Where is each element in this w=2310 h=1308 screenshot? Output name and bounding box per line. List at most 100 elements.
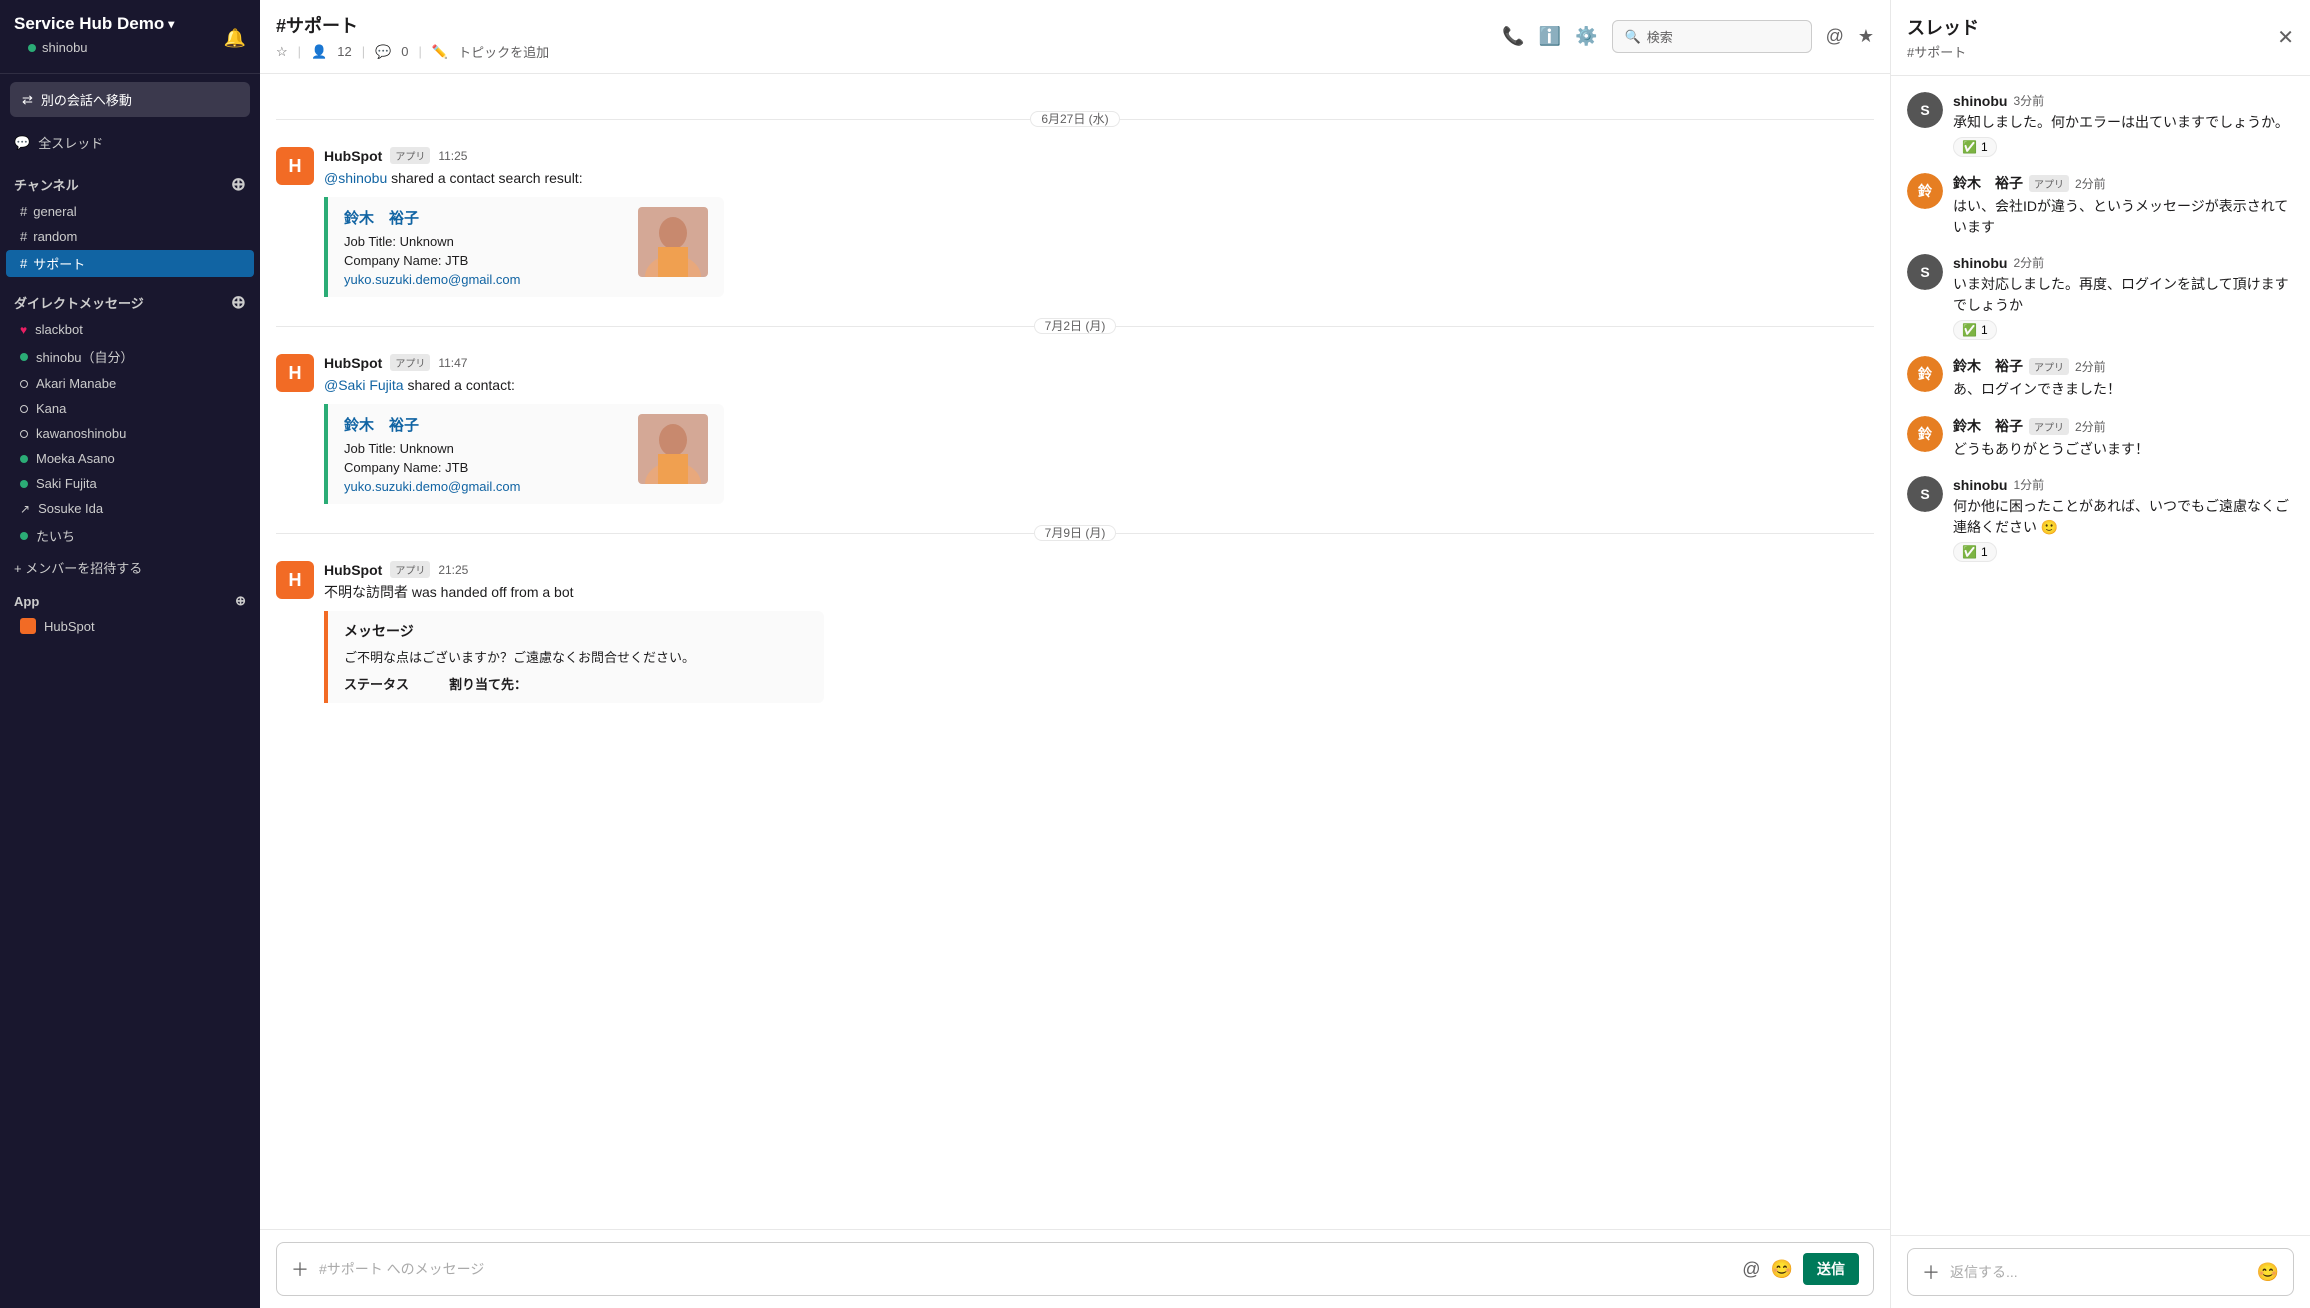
channel-name: random	[33, 229, 77, 244]
dm-saki[interactable]: Saki Fujita	[6, 472, 254, 495]
thread-message: 鈴 鈴木 裕子 アプリ 2分前 あ、ログインできました！	[1907, 356, 2294, 400]
contact-email[interactable]: yuko.suzuki.demo@gmail.com	[344, 479, 622, 494]
all-threads-item[interactable]: 💬 全スレッド	[0, 125, 260, 160]
reaction-badge[interactable]: ✅ 1	[1953, 137, 1997, 157]
sidebar-item-random[interactable]: # random	[6, 225, 254, 248]
thread-message: S shinobu 2分前 いま対応しました。再度、ログインを試して頂けますでし…	[1907, 254, 2294, 340]
app-name: HubSpot	[44, 619, 95, 634]
reaction-count: 1	[1981, 140, 1988, 154]
app-badge: アプリ	[2029, 175, 2069, 192]
contact-job: Job Title: Unknown	[344, 234, 622, 249]
dm-akari[interactable]: Akari Manabe	[6, 372, 254, 395]
bookmark-icon[interactable]: ★	[1858, 26, 1874, 47]
at-icon[interactable]: @	[1826, 26, 1844, 47]
message-input-box: ＋ @ 😊 送信	[276, 1242, 1874, 1296]
hubspot-avatar: H	[276, 561, 314, 599]
close-thread-button[interactable]: ✕	[2277, 25, 2294, 50]
dm-moeka[interactable]: Moeka Asano	[6, 447, 254, 470]
add-app-button[interactable]: ⊕	[235, 593, 246, 609]
msg-time: 11:47	[438, 356, 467, 370]
sidebar-item-general[interactable]: # general	[6, 200, 254, 223]
add-dm-button[interactable]: ⊕	[231, 292, 246, 313]
star-icon[interactable]: ☆	[276, 44, 288, 60]
thread-reply-input[interactable]	[1950, 1264, 2247, 1280]
members-icon: 👤	[311, 44, 327, 60]
thread-msg-name: 鈴木 裕子	[1953, 173, 2023, 193]
messages-area: 6月27日 (水) H HubSpot アプリ 11:25 @shinobu s…	[260, 74, 1890, 1229]
thread-emoji-icon[interactable]: 😊	[2257, 1262, 2279, 1283]
dm-kawanoshinobu[interactable]: kawanoshinobu	[6, 422, 254, 445]
add-channel-button[interactable]: ⊕	[231, 174, 246, 195]
thread-msg-time: 1分前	[2013, 476, 2044, 493]
notification-bell-icon[interactable]: 🔔	[224, 28, 246, 49]
handoff-card: メッセージ ご不明な点はございますか？ご遠慮なくお問合せください。 ステータス …	[324, 611, 824, 703]
hubspot-app-icon	[20, 618, 36, 634]
app-badge: アプリ	[390, 354, 430, 371]
contact-photo-svg	[638, 414, 708, 484]
link-icon: ↗	[20, 502, 30, 516]
add-topic-label[interactable]: トピックを追加	[458, 42, 549, 61]
search-placeholder-text: 検索	[1647, 27, 1673, 46]
contact-card: 鈴木 裕子 Job Title: Unknown Company Name: J…	[324, 197, 724, 297]
members-count: 12	[337, 44, 351, 59]
emoji-icon[interactable]: 😊	[1771, 1259, 1793, 1280]
info-icon[interactable]: ℹ️	[1539, 26, 1561, 47]
contact-email[interactable]: yuko.suzuki.demo@gmail.com	[344, 272, 622, 287]
dm-kana[interactable]: Kana	[6, 397, 254, 420]
dm-taichi[interactable]: たいち	[6, 522, 254, 549]
thread-add-icon[interactable]: ＋	[1922, 1259, 1940, 1285]
msg-header: HubSpot アプリ 11:25	[324, 147, 1874, 164]
avatar-img: 鈴	[1907, 416, 1943, 452]
send-button[interactable]: 送信	[1803, 1253, 1859, 1285]
thread-messages: S shinobu 3分前 承知しました。何かエラーは出ていますでしょうか。 ✅…	[1891, 76, 2310, 1235]
contact-name[interactable]: 鈴木 裕子	[344, 207, 622, 228]
phone-icon[interactable]: 📞	[1502, 26, 1524, 47]
thread-channel: #サポート	[1907, 42, 1979, 61]
message-input[interactable]	[319, 1261, 1732, 1277]
dm-section-header: ダイレクトメッセージ ⊕	[0, 278, 260, 317]
workspace-name[interactable]: Service Hub Demo ▾	[14, 14, 174, 34]
thread-avatar: 鈴	[1907, 416, 1943, 452]
reaction-emoji: ✅	[1962, 545, 1977, 559]
reaction-badge[interactable]: ✅ 1	[1953, 320, 1997, 340]
handoff-status-label: ステータス	[344, 674, 409, 693]
sidebar-item-support[interactable]: # サポート	[6, 250, 254, 277]
avatar-img: S	[1907, 92, 1943, 128]
app-hubspot[interactable]: HubSpot	[6, 614, 254, 638]
reaction-badge[interactable]: ✅ 1	[1953, 542, 1997, 562]
contact-name[interactable]: 鈴木 裕子	[344, 414, 622, 435]
app-badge: アプリ	[2029, 418, 2069, 435]
date-label: 6月27日 (水)	[1030, 111, 1119, 127]
reactions-count: 0	[401, 44, 408, 59]
avatar-img: S	[1907, 476, 1943, 512]
channel-meta: ☆ | 👤 12 | 💬 0 | ✏️ トピックを追加	[276, 42, 549, 61]
thread-msg-text: どうもありがとうございます！	[1953, 439, 2294, 460]
at-mention-icon[interactable]: @	[1742, 1259, 1760, 1280]
offline-status-dot	[20, 430, 28, 438]
invite-member-button[interactable]: + メンバーを招待する	[0, 550, 260, 585]
search-box[interactable]: 🔍 検索	[1612, 20, 1812, 53]
thread-msg-header: shinobu 1分前	[1953, 476, 2294, 493]
thread-msg-name: shinobu	[1953, 93, 2007, 109]
dm-sosuke[interactable]: ↗ Sosuke Ida	[6, 497, 254, 520]
thread-msg-time: 2分前	[2075, 358, 2106, 375]
thread-msg-header: 鈴木 裕子 アプリ 2分前	[1953, 173, 2294, 193]
msg-text: 不明な訪問者 was handed off from a bot	[324, 582, 1874, 603]
thread-input-area: ＋ 😊	[1891, 1235, 2310, 1308]
thread-msg-time: 2分前	[2075, 418, 2106, 435]
switch-convo-button[interactable]: ⇄ 別の会話へ移動	[10, 82, 250, 117]
add-attachment-icon[interactable]: ＋	[291, 1256, 309, 1282]
msg-text: @shinobu shared a contact search result:	[324, 168, 1874, 189]
dm-name: たいち	[36, 526, 75, 545]
thread-msg-content: 鈴木 裕子 アプリ 2分前 はい、会社IDが違う、というメッセージが表示されてい…	[1953, 173, 2294, 238]
sidebar-header: Service Hub Demo ▾ shinobu 🔔	[0, 0, 260, 74]
dm-shinobu[interactable]: shinobu（自分）	[6, 343, 254, 370]
contact-card-row: 鈴木 裕子 Job Title: Unknown Company Name: J…	[344, 207, 708, 287]
settings-icon[interactable]: ⚙️	[1575, 26, 1597, 47]
reaction-emoji: ✅	[1962, 323, 1977, 337]
msg-content: HubSpot アプリ 21:25 不明な訪問者 was handed off …	[324, 561, 1874, 703]
date-divider-jul2: 7月2日 (月)	[276, 317, 1874, 334]
sidebar: Service Hub Demo ▾ shinobu 🔔 ⇄ 別の会話へ移動 💬…	[0, 0, 260, 1308]
app-label: App	[14, 594, 39, 609]
dm-slackbot[interactable]: ♥ slackbot	[6, 318, 254, 341]
